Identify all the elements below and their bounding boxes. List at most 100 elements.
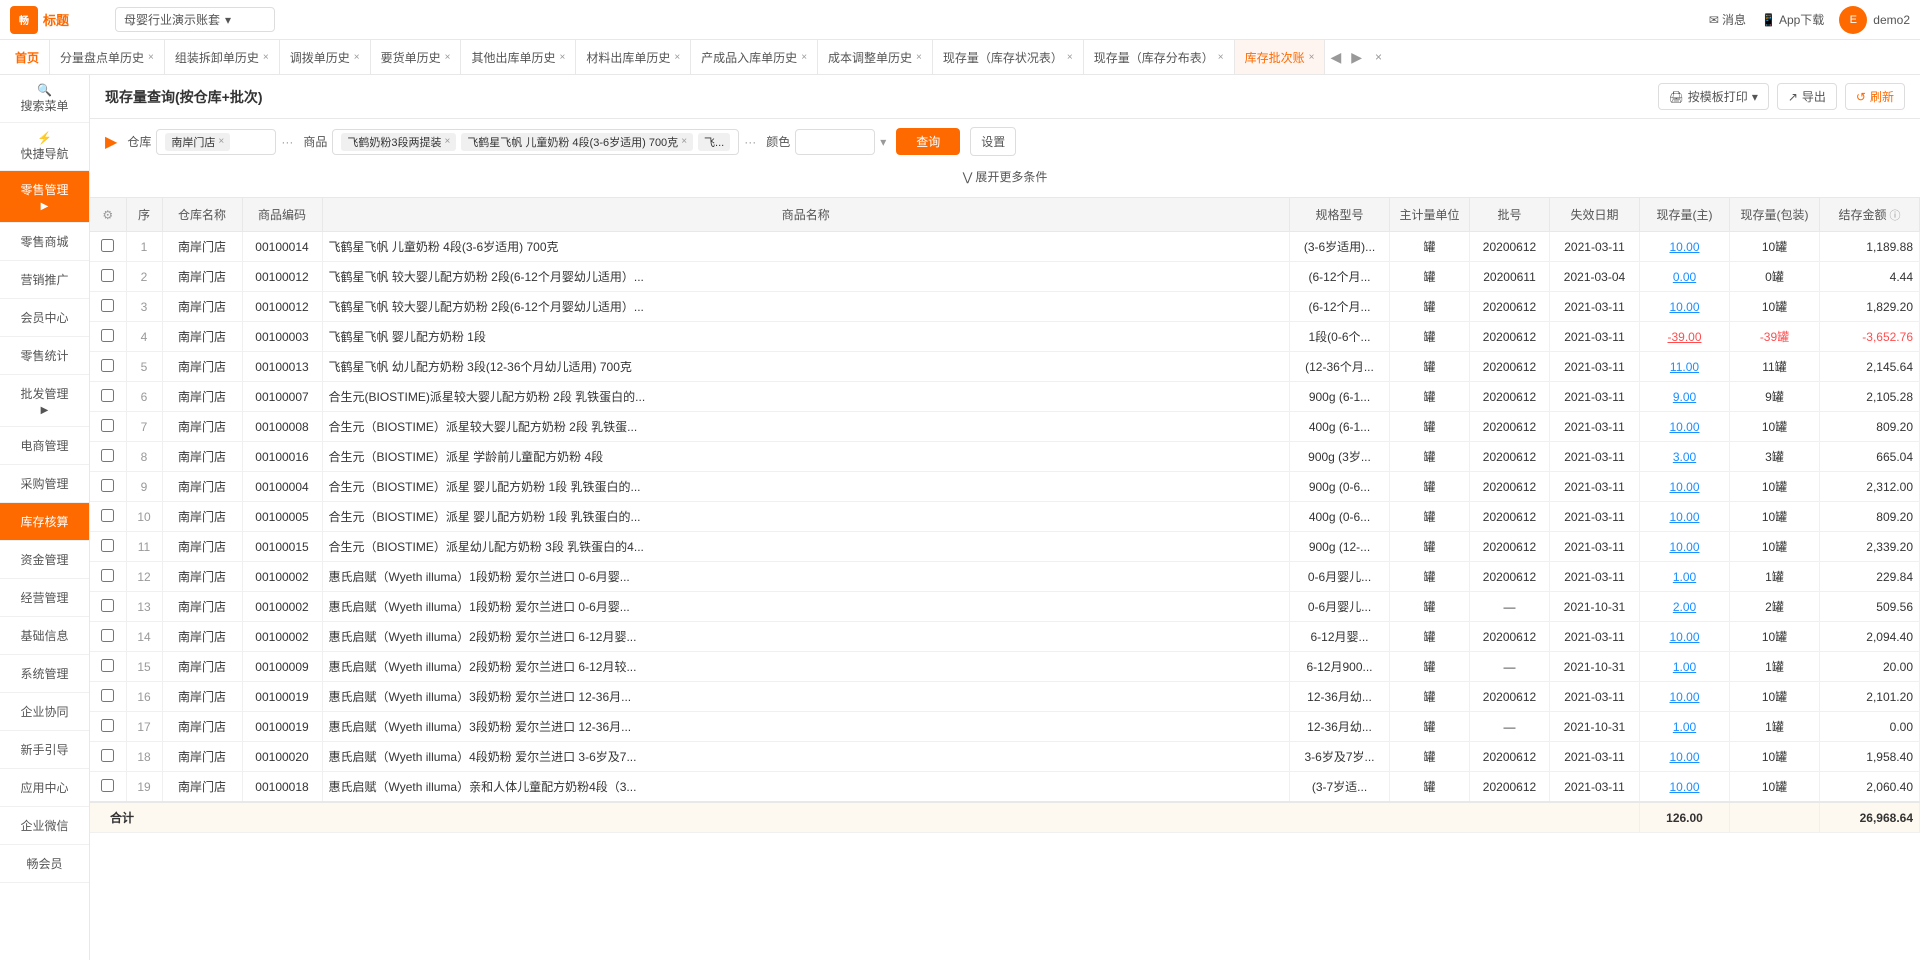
td-qty-main[interactable]: 10.00: [1640, 412, 1730, 442]
sidebar-item-retail-mgmt[interactable]: 零售管理 ▶: [0, 171, 89, 223]
sidebar-item-system[interactable]: 系统管理: [0, 655, 89, 693]
td-qty-main[interactable]: 10.00: [1640, 502, 1730, 532]
td-checkbox[interactable]: [90, 652, 126, 682]
tab-chengpin-close[interactable]: ×: [801, 52, 807, 63]
tab-home[interactable]: 首页: [5, 40, 50, 75]
product-tag-2-close[interactable]: ×: [681, 136, 687, 147]
warehouse-tag-container[interactable]: 南岸门店 ×: [156, 129, 276, 155]
tab-zuhe[interactable]: 组装拆卸单历史 ×: [165, 40, 280, 75]
row-checkbox[interactable]: [101, 239, 114, 252]
td-checkbox[interactable]: [90, 292, 126, 322]
td-qty-main[interactable]: 10.00: [1640, 232, 1730, 262]
td-checkbox[interactable]: [90, 232, 126, 262]
tab-zuhe-close[interactable]: ×: [263, 52, 269, 63]
td-checkbox[interactable]: [90, 472, 126, 502]
sidebar-item-inventory[interactable]: 库存核算: [0, 503, 89, 541]
tab-cailiao[interactable]: 材料出库单历史 ×: [576, 40, 691, 75]
settings-icon[interactable]: ⚙: [102, 208, 113, 222]
td-qty-main[interactable]: 2.00: [1640, 592, 1730, 622]
row-checkbox[interactable]: [101, 269, 114, 282]
td-checkbox[interactable]: [90, 442, 126, 472]
row-checkbox[interactable]: [101, 599, 114, 612]
td-checkbox[interactable]: [90, 532, 126, 562]
expand-conditions-button[interactable]: ⋁ 展开更多条件: [955, 164, 1056, 189]
color-dropdown-icon[interactable]: ▾: [880, 135, 886, 149]
tab-kucun1[interactable]: 现存量（库存状况表） ×: [933, 40, 1084, 75]
td-qty-main[interactable]: 10.00: [1640, 622, 1730, 652]
row-checkbox[interactable]: [101, 419, 114, 432]
td-qty-main[interactable]: 10.00: [1640, 292, 1730, 322]
td-qty-main[interactable]: 10.00: [1640, 682, 1730, 712]
tab-close-all-button[interactable]: ×: [1367, 50, 1390, 64]
tab-chuku-close[interactable]: ×: [559, 52, 565, 63]
row-checkbox[interactable]: [101, 329, 114, 342]
td-qty-main[interactable]: 10.00: [1640, 772, 1730, 803]
td-qty-main[interactable]: 11.00: [1640, 352, 1730, 382]
td-qty-main[interactable]: 3.00: [1640, 442, 1730, 472]
tab-kucun2-close[interactable]: ×: [1218, 52, 1224, 63]
setting-button[interactable]: 设置: [970, 127, 1016, 156]
warehouse-tag-nanan-close[interactable]: ×: [218, 136, 224, 147]
sidebar-item-member2[interactable]: 畅会员: [0, 845, 89, 883]
user-area[interactable]: E demo2: [1839, 6, 1910, 34]
row-checkbox[interactable]: [101, 299, 114, 312]
sidebar-item-operations[interactable]: 经营管理: [0, 579, 89, 617]
td-checkbox[interactable]: [90, 772, 126, 803]
tab-chengben[interactable]: 成本调整单历史 ×: [818, 40, 933, 75]
row-checkbox[interactable]: [101, 629, 114, 642]
th-settings[interactable]: ⚙: [90, 198, 126, 232]
td-checkbox[interactable]: [90, 322, 126, 352]
sidebar-item-basic-info[interactable]: 基础信息: [0, 617, 89, 655]
sidebar-item-apps[interactable]: 应用中心: [0, 769, 89, 807]
sidebar-item-wholesale[interactable]: 批发管理 ▶: [0, 375, 89, 427]
td-checkbox[interactable]: [90, 622, 126, 652]
row-checkbox[interactable]: [101, 659, 114, 672]
row-checkbox[interactable]: [101, 359, 114, 372]
query-button[interactable]: 查询: [896, 128, 960, 155]
message-button[interactable]: ✉ 消息: [1709, 11, 1746, 28]
product-tag-container[interactable]: 飞鹤奶粉3段两提装 × 飞鹤星飞帆 儿童奶粉 4段(3-6岁适用) 700克 ×…: [332, 129, 739, 155]
sidebar-item-purchase[interactable]: 采购管理: [0, 465, 89, 503]
td-qty-main[interactable]: 1.00: [1640, 562, 1730, 592]
sidebar-item-finance[interactable]: 资金管理: [0, 541, 89, 579]
td-qty-main[interactable]: 10.00: [1640, 742, 1730, 772]
tab-next-button[interactable]: ▶: [1346, 49, 1367, 66]
tab-prev-button[interactable]: ◀: [1325, 49, 1346, 66]
sidebar-item-guide[interactable]: 新手引导: [0, 731, 89, 769]
tab-yaohuo-close[interactable]: ×: [445, 52, 451, 63]
td-qty-main[interactable]: 10.00: [1640, 532, 1730, 562]
sidebar-item-retail-stats[interactable]: 零售统计: [0, 337, 89, 375]
td-qty-main[interactable]: 1.00: [1640, 712, 1730, 742]
export-button[interactable]: ↗ 导出: [1777, 83, 1837, 110]
td-qty-main[interactable]: 10.00: [1640, 472, 1730, 502]
product-more-btn[interactable]: ···: [744, 135, 756, 149]
tab-kucun3[interactable]: 库存批次账 ×: [1235, 40, 1326, 75]
td-checkbox[interactable]: [90, 502, 126, 532]
color-tag-container[interactable]: [795, 129, 875, 155]
row-checkbox[interactable]: [101, 449, 114, 462]
tab-fenliang[interactable]: 分量盘点单历史 ×: [50, 40, 165, 75]
row-checkbox[interactable]: [101, 719, 114, 732]
row-checkbox[interactable]: [101, 539, 114, 552]
tab-kucun3-close[interactable]: ×: [1309, 52, 1315, 63]
sidebar-item-wechat[interactable]: 企业微信: [0, 807, 89, 845]
row-checkbox[interactable]: [101, 779, 114, 792]
sidebar-item-ecommerce[interactable]: 电商管理: [0, 427, 89, 465]
tab-kucun1-close[interactable]: ×: [1067, 52, 1073, 63]
tab-kucun2[interactable]: 现存量（库存分布表） ×: [1084, 40, 1235, 75]
print-button[interactable]: 🖨 按模板打印 ▾: [1658, 83, 1769, 110]
tab-fenliang-close[interactable]: ×: [148, 52, 154, 63]
row-checkbox[interactable]: [101, 389, 114, 402]
td-qty-main[interactable]: -39.00: [1640, 322, 1730, 352]
sidebar-item-member[interactable]: 会员中心: [0, 299, 89, 337]
td-checkbox[interactable]: [90, 382, 126, 412]
row-checkbox[interactable]: [101, 689, 114, 702]
quick-nav-item[interactable]: ⚡ 快捷导航: [0, 123, 89, 171]
search-menu-item[interactable]: 🔍 搜索菜单: [0, 75, 89, 123]
filter-expand-arrow[interactable]: ▶: [105, 132, 117, 152]
company-selector[interactable]: 母婴行业演示账套 ▾: [115, 7, 275, 32]
td-checkbox[interactable]: [90, 682, 126, 712]
td-qty-main[interactable]: 1.00: [1640, 652, 1730, 682]
td-checkbox[interactable]: [90, 562, 126, 592]
tab-diaopo-close[interactable]: ×: [354, 52, 360, 63]
